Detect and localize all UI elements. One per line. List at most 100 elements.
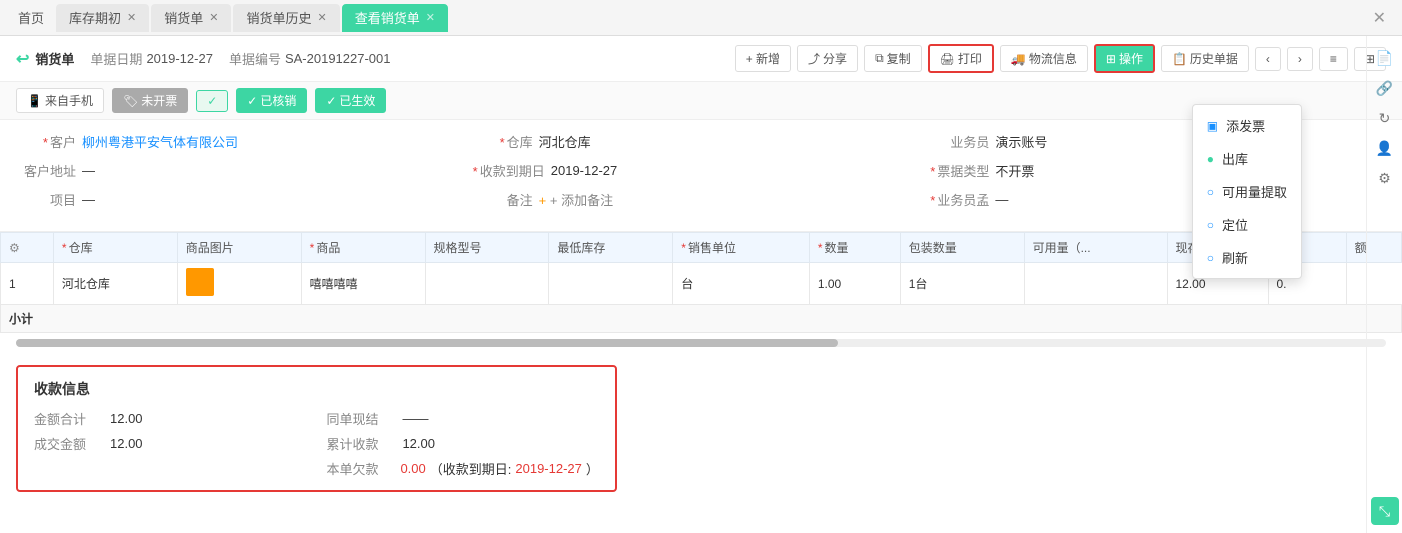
refresh-item[interactable]: ○ 刷新	[1193, 241, 1301, 274]
transaction-value: 12.00	[110, 436, 143, 451]
list-view-button[interactable]: ≡	[1319, 47, 1348, 71]
tab-inventory-close[interactable]: ✕	[127, 11, 136, 24]
tab-sales-label: 销货单	[164, 8, 203, 27]
tab-home[interactable]: 首页	[8, 8, 54, 27]
voided-button[interactable]: ✓ 已核销	[236, 88, 307, 113]
row-product: 嘻嘻嘻嘻	[301, 263, 425, 305]
operations-dropdown: ▣ 添发票 ● 出库 ○ 可用量提取 ○ 定位 ○ 刷新	[1192, 104, 1302, 279]
refresh-label: 刷新	[1222, 248, 1248, 267]
not-open-button[interactable]: 🏷 未开票	[112, 88, 188, 113]
available-qty-item[interactable]: ○ 可用量提取	[1193, 175, 1301, 208]
scroll-bar[interactable]	[16, 339, 1386, 347]
tab-history-close[interactable]: ✕	[318, 11, 327, 24]
col-available: 可用量（...	[1024, 233, 1167, 263]
transaction-label: 成交金额	[34, 434, 104, 453]
transaction-row: 成交金额 12.00	[34, 434, 306, 453]
tab-view-close[interactable]: ✕	[426, 11, 435, 24]
tab-inventory[interactable]: 库存期初 ✕	[56, 4, 149, 32]
tab-view-sales[interactable]: 查看销货单 ✕	[342, 4, 448, 32]
col-spec: 规格型号	[425, 233, 549, 263]
project-label: 项目	[16, 190, 76, 209]
refresh-icon: ○	[1207, 251, 1214, 265]
share-icon: ⤴	[808, 50, 820, 67]
ticket-type-label: 票据类型	[929, 161, 989, 180]
project-value: —	[82, 192, 95, 207]
tab-sales-order[interactable]: 销货单 ✕	[151, 4, 231, 32]
col-settings[interactable]: ⚙	[1, 233, 54, 263]
confirm-button[interactable]: ✓	[196, 90, 228, 112]
settings-icon[interactable]: ⚙	[9, 241, 20, 255]
row-no: 1	[1, 263, 54, 305]
arrears-date: 2019-12-27	[515, 461, 582, 476]
copy-button[interactable]: ⧉ 复制	[864, 45, 922, 72]
print-button[interactable]: 🖨 打印	[928, 44, 994, 73]
sidebar-icon-settings[interactable]: ⚙	[1371, 164, 1399, 192]
bottom-section: 收款信息 金额合计 12.00 同单现结 —— 成交金额 12.00	[0, 353, 1402, 504]
total-row: 金额合计 12.00	[34, 409, 306, 428]
settlement-value: ——	[402, 411, 428, 426]
next-record-button[interactable]: ›	[1287, 47, 1313, 71]
note-field: 备注 + + 添加备注	[473, 190, 930, 209]
customer-value[interactable]: 柳州粤港平安气体有限公司	[82, 132, 238, 151]
row-package-qty: 1台	[900, 263, 1024, 305]
cumulative-label: 累计收款	[326, 434, 396, 453]
cumulative-row: 累计收款 12.00	[326, 434, 598, 453]
tab-history-label: 销货单历史	[246, 8, 311, 27]
customer-field: 客户 柳州粤港平安气体有限公司	[16, 132, 473, 151]
warehouse-field: 仓库 河北仓库	[473, 132, 930, 151]
customer-label: 客户	[16, 132, 76, 151]
arrears-label: 本单欠款	[326, 459, 396, 478]
from-phone-button[interactable]: 📱 来自手机	[16, 88, 104, 113]
address-value: —	[82, 163, 95, 178]
col-image: 商品图片	[177, 233, 301, 263]
sidebar-icon-refresh[interactable]: ↻	[1371, 104, 1399, 132]
logistics-icon: 🚚	[1011, 52, 1026, 66]
share-button[interactable]: ⤴ 分享	[797, 45, 858, 72]
effective-button[interactable]: ✓ 已生效	[315, 88, 386, 113]
note-label: 备注	[473, 190, 533, 209]
logistics-button[interactable]: 🚚 物流信息	[1000, 45, 1088, 72]
salesman-value: —	[995, 192, 1008, 207]
operations-button[interactable]: ⊞ 操作	[1094, 44, 1155, 73]
col-package-qty: 包装数量	[900, 233, 1024, 263]
row-warehouse: 河北仓库	[53, 263, 177, 305]
arrears-close: ）	[586, 459, 599, 478]
due-date-value: 2019-12-27	[551, 163, 618, 178]
settlement-row: 同单现结 ——	[326, 409, 598, 428]
history-icon: 📋	[1172, 52, 1187, 66]
address-field: 客户地址 —	[16, 161, 473, 180]
tab-sales-history[interactable]: 销货单历史 ✕	[233, 4, 339, 32]
row-image	[177, 263, 301, 305]
form-row-2: 客户地址 — 收款到期日 2019-12-27 票据类型 不开票	[16, 161, 1386, 180]
form-row-3: 项目 — 备注 + + 添加备注 业务员孟 —	[16, 190, 1386, 209]
ticket-type-value: 不开票	[995, 161, 1034, 180]
add-invoice-label: 添发票	[1226, 116, 1265, 135]
prev-record-button[interactable]: ‹	[1255, 47, 1281, 71]
sidebar-icon-link[interactable]: 🔗	[1371, 74, 1399, 102]
col-quantity: 数量	[809, 233, 900, 263]
tab-sales-close[interactable]: ✕	[209, 11, 218, 24]
settlement-label: 同单现结	[326, 409, 396, 428]
sidebar-icon-doc[interactable]: 📄	[1371, 44, 1399, 72]
sidebar-icon-user[interactable]: 👤	[1371, 134, 1399, 162]
row-spec	[425, 263, 549, 305]
note-add-button[interactable]: + + 添加备注	[539, 190, 613, 209]
check-circle-icon: ✓	[247, 94, 257, 108]
subtotal-label: 小计	[1, 305, 1402, 333]
locate-item[interactable]: ○ 定位	[1193, 208, 1301, 241]
total-value: 12.00	[110, 411, 143, 426]
sidebar-icon-expand[interactable]: ⤡	[1371, 497, 1399, 525]
add-invoice-item[interactable]: ▣ 添发票	[1193, 109, 1301, 142]
staff-value: 演示账号	[995, 132, 1047, 151]
new-button[interactable]: + 新增	[735, 45, 791, 72]
copy-icon: ⧉	[875, 51, 884, 66]
outbound-item[interactable]: ● 出库	[1193, 142, 1301, 175]
doc-number-meta: 单据编号 SA-20191227-001	[229, 49, 391, 68]
receipt-title: 收款信息	[34, 379, 599, 399]
tab-view-label: 查看销货单	[355, 8, 420, 27]
window-close-button[interactable]: ✕	[1365, 8, 1394, 28]
address-label: 客户地址	[16, 161, 76, 180]
warehouse-label: 仓库	[473, 132, 533, 151]
history-button[interactable]: 📋 历史单据	[1161, 45, 1249, 72]
doc-date-meta: 单据日期 2019-12-27	[90, 49, 213, 68]
